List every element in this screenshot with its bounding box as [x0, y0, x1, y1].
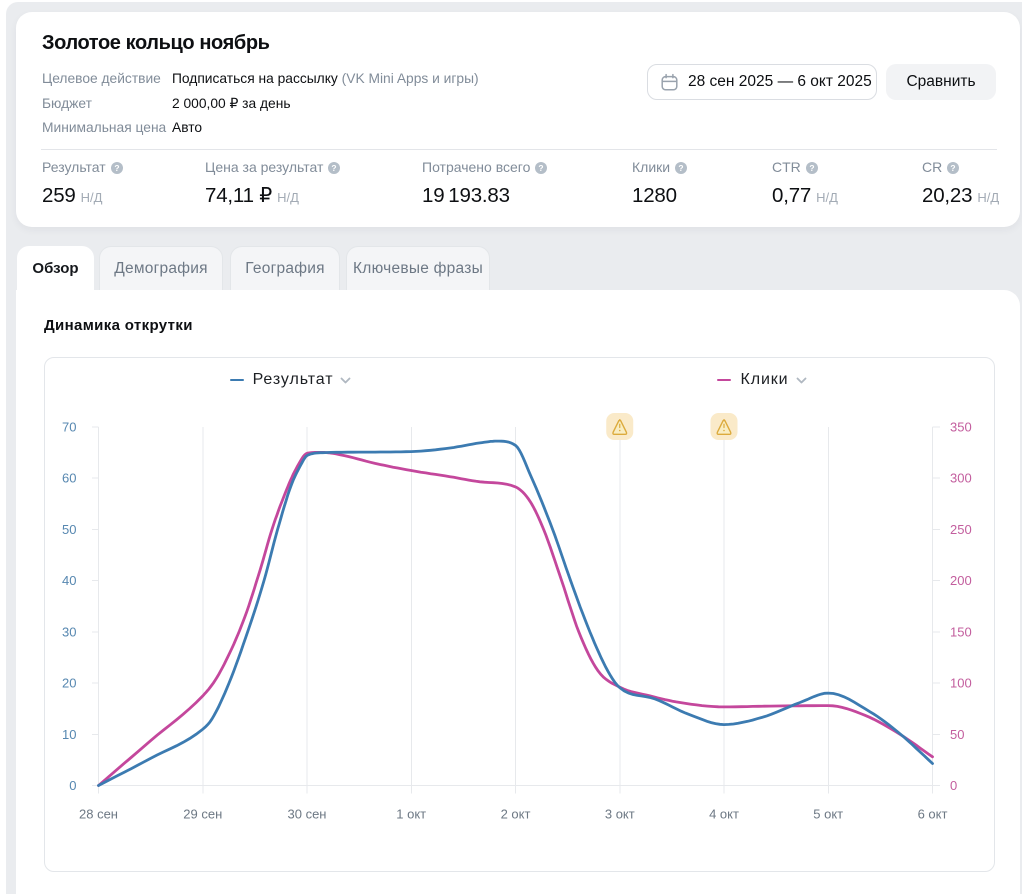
svg-text:300: 300	[950, 471, 972, 486]
svg-text:10: 10	[62, 727, 76, 742]
svg-text:40: 40	[62, 573, 76, 588]
svg-text:200: 200	[950, 573, 972, 588]
svg-text:6 окт: 6 окт	[918, 807, 948, 822]
svg-text:50: 50	[62, 522, 76, 537]
svg-text:?: ?	[951, 163, 956, 173]
svg-text:250: 250	[950, 522, 972, 537]
svg-text:?: ?	[539, 163, 544, 173]
svg-text:0: 0	[69, 778, 76, 793]
svg-text:50: 50	[950, 727, 964, 742]
svg-text:30: 30	[62, 624, 76, 639]
svg-text:4 окт: 4 окт	[709, 807, 739, 822]
svg-text:?: ?	[114, 163, 119, 173]
svg-text:?: ?	[332, 163, 337, 173]
svg-text:?: ?	[809, 163, 814, 173]
svg-text:60: 60	[62, 471, 76, 486]
svg-text:100: 100	[950, 676, 972, 691]
svg-text:29 сен: 29 сен	[183, 807, 222, 822]
svg-text:5 окт: 5 окт	[813, 807, 843, 822]
svg-text:20: 20	[62, 676, 76, 691]
svg-text:2 окт: 2 окт	[501, 807, 531, 822]
svg-text:28 сен: 28 сен	[79, 807, 118, 822]
svg-text:70: 70	[62, 420, 76, 435]
svg-text:350: 350	[950, 420, 972, 435]
svg-text:0: 0	[950, 778, 957, 793]
svg-text:1 окт: 1 окт	[396, 807, 426, 822]
svg-text:?: ?	[678, 163, 683, 173]
svg-text:150: 150	[950, 624, 972, 639]
svg-text:3 окт: 3 окт	[605, 807, 635, 822]
svg-text:30 сен: 30 сен	[288, 807, 327, 822]
